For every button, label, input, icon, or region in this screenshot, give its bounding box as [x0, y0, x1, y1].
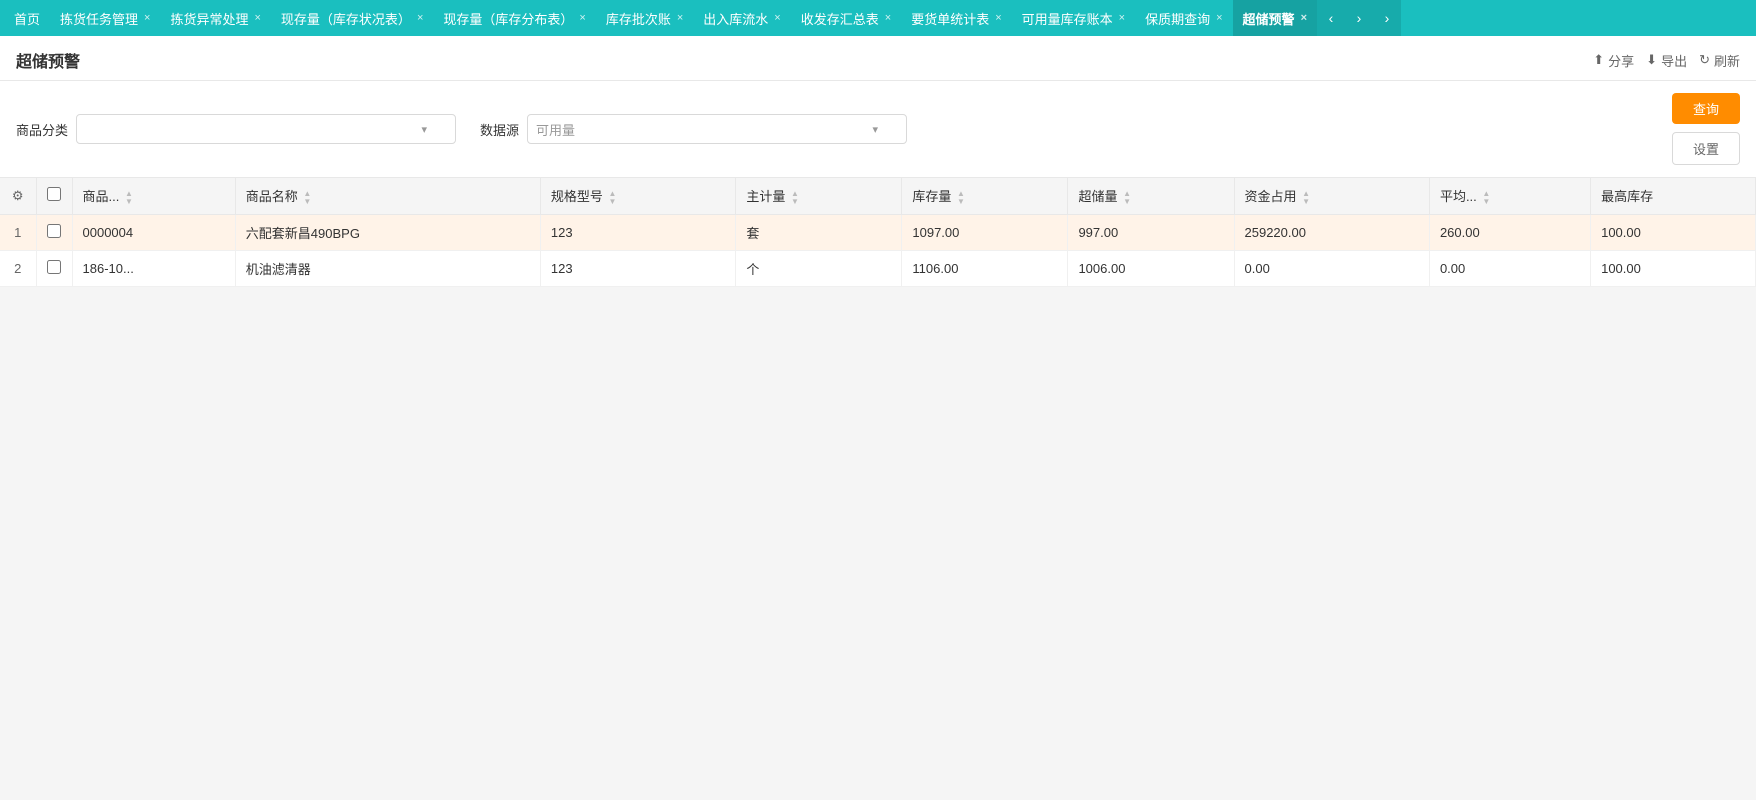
cell-over-stock: 997.00	[1068, 214, 1234, 250]
cell-product-name: 机油滤清器	[235, 250, 540, 286]
data-source-filter: 数据源 可用量 ▾	[480, 114, 907, 144]
nav-stock-status[interactable]: 现存量（库存状况表） ×	[271, 0, 433, 36]
col-over-stock[interactable]: 超储量 ▲▼	[1068, 178, 1234, 214]
close-icon[interactable]: ×	[774, 12, 780, 24]
nav-batch-account[interactable]: 库存批次账 ×	[596, 0, 693, 36]
sort-icon: ▲▼	[1482, 190, 1490, 206]
col-product-name[interactable]: 商品名称 ▲▼	[235, 178, 540, 214]
sort-icon: ▲▼	[1123, 190, 1131, 206]
cell-capital: 259220.00	[1234, 214, 1429, 250]
col-avg[interactable]: 平均... ▲▼	[1429, 178, 1590, 214]
row-number: 1	[0, 214, 36, 250]
page-title: 超储预警	[16, 48, 80, 72]
sort-icon: ▲▼	[791, 190, 799, 206]
close-icon[interactable]: ×	[1301, 12, 1307, 24]
gear-header: ⚙	[0, 178, 36, 214]
close-icon[interactable]: ×	[1216, 12, 1222, 24]
sort-icon: ▲▼	[957, 190, 965, 206]
nav-inout-flow[interactable]: 出入库流水 ×	[693, 0, 790, 36]
cell-max-stock: 100.00	[1591, 250, 1756, 286]
nav-stock-dist[interactable]: 现存量（库存分布表） ×	[433, 0, 595, 36]
nav-usable-account[interactable]: 可用量库存账本 ×	[1012, 0, 1135, 36]
export-icon: ⬇	[1646, 52, 1657, 68]
sort-icon: ▲▼	[125, 190, 133, 206]
nav-pick-task[interactable]: 拣货任务管理 ×	[50, 0, 160, 36]
share-button[interactable]: ⬆ 分享	[1593, 51, 1634, 70]
close-icon[interactable]: ×	[417, 12, 423, 24]
cell-product-code: 186-10...	[72, 250, 235, 286]
cell-product-code: 0000004	[72, 214, 235, 250]
chevron-down-icon: ▾	[421, 123, 427, 136]
select-all-checkbox[interactable]	[47, 187, 61, 201]
col-unit[interactable]: 主计量 ▲▼	[736, 178, 902, 214]
row-checkbox[interactable]	[47, 260, 61, 274]
top-navigation: 首页 拣货任务管理 × 拣货异常处理 × 现存量（库存状况表） × 现存量（库存…	[0, 0, 1756, 36]
sort-icon: ▲▼	[303, 190, 311, 206]
nav-prev-arrow[interactable]: ‹	[1317, 0, 1345, 36]
cell-stock: 1097.00	[902, 214, 1068, 250]
row-checkbox[interactable]	[47, 224, 61, 238]
col-max-stock[interactable]: 最高库存	[1591, 178, 1756, 214]
cell-capital: 0.00	[1234, 250, 1429, 286]
cell-spec: 123	[540, 250, 735, 286]
nav-pick-exception[interactable]: 拣货异常处理 ×	[160, 0, 270, 36]
data-source-label: 数据源	[480, 120, 519, 139]
filter-area: 商品分类 ▾ 数据源 可用量 ▾ 查询 设置	[0, 81, 1756, 178]
product-category-label: 商品分类	[16, 120, 68, 139]
nav-home[interactable]: 首页	[4, 0, 50, 36]
page-header: 超储预警 ⬆ 分享 ⬇ 导出 ↻ 刷新	[0, 36, 1756, 81]
cell-unit: 套	[736, 214, 902, 250]
table-row: 2 186-10... 机油滤清器 123 个 1106.00 1006.00 …	[0, 250, 1756, 286]
nav-recv-send[interactable]: 收发存汇总表 ×	[791, 0, 901, 36]
data-table-container: ⚙ 商品... ▲▼ 商品名称 ▲▼ 规格型号 ▲▼ 主计	[0, 178, 1756, 287]
sort-icon: ▲▼	[609, 190, 617, 206]
query-button[interactable]: 查询	[1672, 93, 1740, 124]
close-icon[interactable]: ×	[677, 12, 683, 24]
close-icon[interactable]: ×	[995, 12, 1001, 24]
cell-over-stock: 1006.00	[1068, 250, 1234, 286]
data-source-value: 可用量	[536, 120, 575, 139]
close-icon[interactable]: ×	[254, 12, 260, 24]
checkbox-header[interactable]	[36, 178, 72, 214]
cell-max-stock: 100.00	[1591, 214, 1756, 250]
table-row: 1 0000004 六配套新昌490BPG 123 套 1097.00 997.…	[0, 214, 1756, 250]
table-header-row: ⚙ 商品... ▲▼ 商品名称 ▲▼ 规格型号 ▲▼ 主计	[0, 178, 1756, 214]
close-icon[interactable]: ×	[579, 12, 585, 24]
overstock-table: ⚙ 商品... ▲▼ 商品名称 ▲▼ 规格型号 ▲▼ 主计	[0, 178, 1756, 287]
col-product-code[interactable]: 商品... ▲▼	[72, 178, 235, 214]
header-actions: ⬆ 分享 ⬇ 导出 ↻ 刷新	[1593, 51, 1740, 70]
cell-spec: 123	[540, 214, 735, 250]
share-icon: ⬆	[1593, 52, 1604, 68]
cell-stock: 1106.00	[902, 250, 1068, 286]
close-icon[interactable]: ×	[1119, 12, 1125, 24]
cell-avg: 0.00	[1429, 250, 1590, 286]
nav-more-arrow[interactable]: ›	[1373, 0, 1401, 36]
col-spec[interactable]: 规格型号 ▲▼	[540, 178, 735, 214]
data-source-select[interactable]: 可用量 ▾	[527, 114, 907, 144]
cell-product-name: 六配套新昌490BPG	[235, 214, 540, 250]
row-checkbox-cell[interactable]	[36, 214, 72, 250]
row-number: 2	[0, 250, 36, 286]
close-icon[interactable]: ×	[144, 12, 150, 24]
cell-avg: 260.00	[1429, 214, 1590, 250]
refresh-icon: ↻	[1699, 52, 1710, 68]
col-capital[interactable]: 资金占用 ▲▼	[1234, 178, 1429, 214]
nav-order-stat[interactable]: 要货单统计表 ×	[901, 0, 1011, 36]
chevron-down-icon: ▾	[873, 123, 879, 136]
refresh-button[interactable]: ↻ 刷新	[1699, 51, 1740, 70]
product-category-filter: 商品分类 ▾	[16, 114, 456, 144]
nav-next-arrow[interactable]: ›	[1345, 0, 1373, 36]
settings-button[interactable]: 设置	[1672, 132, 1740, 165]
gear-icon[interactable]: ⚙	[12, 188, 24, 203]
cell-unit: 个	[736, 250, 902, 286]
col-stock[interactable]: 库存量 ▲▼	[902, 178, 1068, 214]
export-button[interactable]: ⬇ 导出	[1646, 51, 1687, 70]
product-category-select[interactable]: ▾	[76, 114, 456, 144]
close-icon[interactable]: ×	[885, 12, 891, 24]
nav-overstock-alert[interactable]: 超储预警 ×	[1233, 0, 1317, 36]
nav-quality-period[interactable]: 保质期查询 ×	[1135, 0, 1232, 36]
row-checkbox-cell[interactable]	[36, 250, 72, 286]
sort-icon: ▲▼	[1302, 190, 1310, 206]
filter-buttons: 查询 设置	[1672, 93, 1740, 165]
